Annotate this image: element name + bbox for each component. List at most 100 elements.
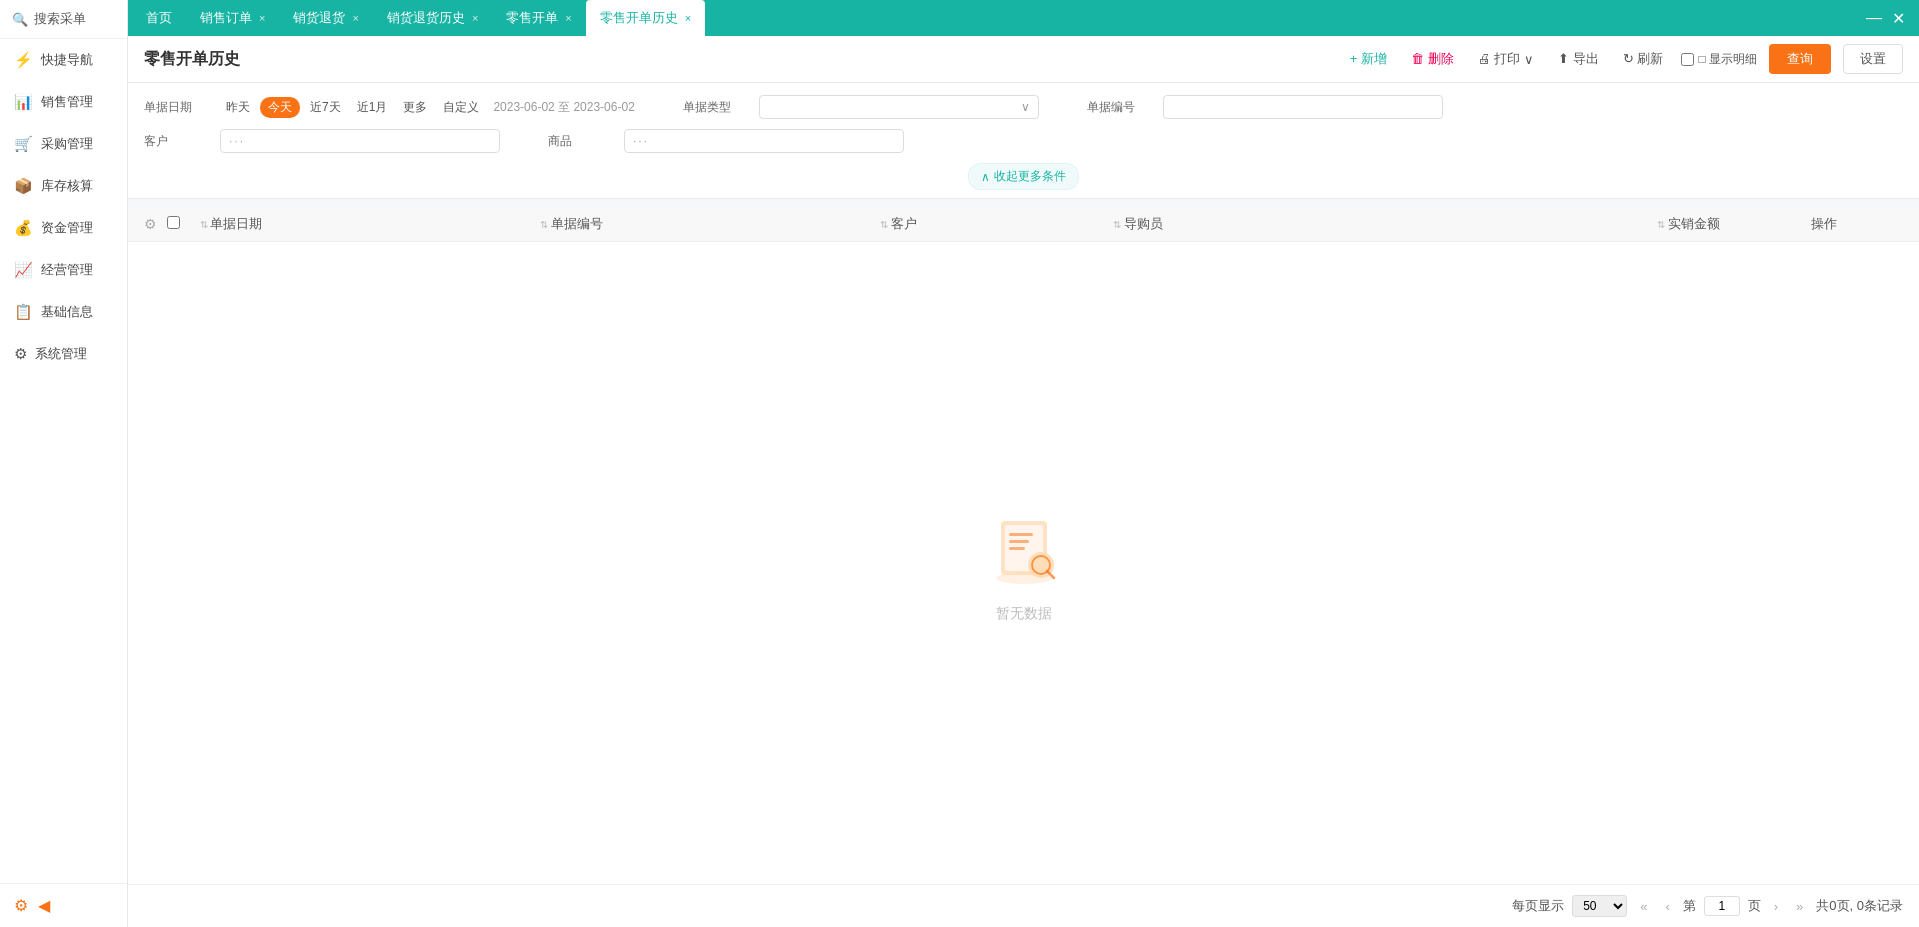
empty-illustration [979,503,1069,593]
sidebar-item-sys-mgmt[interactable]: ⚙ 系统管理 [0,333,127,375]
query-button[interactable]: 查询 [1769,44,1831,74]
show-detail-input[interactable] [1681,53,1694,66]
current-page-input[interactable] [1704,896,1740,916]
sidebar-label-inventory: 库存核算 [41,177,93,195]
product-input[interactable]: ··· [624,129,904,153]
prev-page-btn[interactable]: ‹ [1660,897,1674,916]
table-header-no: ⇅ 单据编号 [530,207,870,242]
toolbar: 零售开单历史 + 新增 🗑 删除 🖨 打印 ∨ ⬆ 导出 ↻ 刷新 □ 显示明细… [128,36,1919,83]
tab-close-sales-order[interactable]: × [259,12,265,24]
per-page-select[interactable]: 50 10 20 100 [1572,895,1627,917]
tab-close-sales-return[interactable]: × [352,12,358,24]
sidebar-label-finance: 资金管理 [41,219,93,237]
last-page-btn[interactable]: » [1791,897,1808,916]
sort-icon-amount: ⇅ [1657,219,1668,230]
tab-bar: 首页销售订单×销货退货×销货退货历史×零售开单×零售开单历史× — ✕ [128,0,1919,36]
first-page-btn[interactable]: « [1635,897,1652,916]
doc-type-select[interactable]: ∨ [759,95,1039,119]
date-btn-more[interactable]: 更多 [397,97,433,118]
window-min-btn[interactable]: — [1866,9,1882,27]
tab-label-sales-return-history: 销货退货历史 [387,9,465,27]
sidebar-label-sales-mgmt: 销售管理 [41,93,93,111]
sidebar-gear-icon[interactable]: ⚙ [14,896,28,915]
sidebar-item-basic-info[interactable]: 📋 基础信息 [0,291,127,333]
sidebar-icon-basic-info: 📋 [14,303,33,321]
sidebar-collapse-icon[interactable]: ◀ [38,896,50,915]
sidebar-label-quick-nav: 快捷导航 [41,51,93,69]
empty-text: 暂无数据 [996,605,1052,623]
export-button[interactable]: ⬆ 导出 [1552,46,1605,72]
collapse-button[interactable]: ∧ 收起更多条件 [968,163,1079,190]
tab-sales-return-history[interactable]: 销货退货历史 × [373,0,492,36]
sidebar-item-sales-mgmt[interactable]: 📊销售管理 [0,81,127,123]
tab-label-home: 首页 [146,9,172,27]
svg-rect-5 [1009,547,1025,550]
table-header-row: ⚙ ⇅ 单据日期 ⇅ 单据编号 [128,207,1919,242]
sidebar-label-operations: 经营管理 [41,261,93,279]
content-area: 零售开单历史 + 新增 🗑 删除 🖨 打印 ∨ ⬆ 导出 ↻ 刷新 □ 显示明细… [128,36,1919,927]
date-btn-yesterday[interactable]: 昨天 [220,97,256,118]
sidebar-item-operations[interactable]: 📈 经营管理 [0,249,127,291]
sidebar-icon-quick-nav: ⚡ [14,51,33,69]
sidebar-item-purchase-mgmt[interactable]: 🛒采购管理 [0,123,127,165]
doc-no-input[interactable] [1163,95,1443,119]
select-all-checkbox[interactable] [167,216,180,229]
table-header-guide: ⇅ 导购员 [1103,207,1390,242]
sidebar: 🔍 搜索采单 ⚡ 快捷导航 📊销售管理🛒采购管理📦库存核算 💰 资金管理 📈 经营管理 📋 基础… [0,0,128,927]
sort-icon-guide: ⇅ [1113,219,1124,230]
refresh-button[interactable]: ↻ 刷新 [1617,46,1670,72]
toolbar-actions: + 新增 🗑 删除 🖨 打印 ∨ ⬆ 导出 ↻ 刷新 □ 显示明细 查询 设置 [1344,44,1903,74]
tab-label-retail-open-history: 零售开单历史 [600,9,678,27]
pagination: 每页显示 50 10 20 100 « ‹ 第 页 › » 共0页, 0条记录 [128,884,1919,927]
date-btn-last-month[interactable]: 近1月 [351,97,394,118]
tab-sales-order[interactable]: 销售订单× [186,0,279,36]
sidebar-icon-sys-mgmt: ⚙ [14,345,27,363]
print-arrow: ∨ [1524,52,1534,67]
main-area: 首页销售订单×销货退货×销货退货历史×零售开单×零售开单历史× — ✕ 零售开单… [128,0,1919,927]
sidebar-icon-finance: 💰 [14,219,33,237]
tab-close-sales-return-history[interactable]: × [472,12,478,24]
collapse-label: 收起更多条件 [994,168,1066,185]
next-page-btn[interactable]: › [1769,897,1783,916]
page-summary: 共0页, 0条记录 [1816,897,1903,915]
tab-retail-open[interactable]: 零售开单× [492,0,585,36]
doc-type-label: 单据类型 [683,99,743,116]
show-detail-label: □ 显示明细 [1698,51,1757,68]
page-label-end: 页 [1748,897,1761,915]
add-button[interactable]: + 新增 [1344,46,1393,72]
print-button[interactable]: 🖨 打印 ∨ [1472,46,1541,72]
window-close-btn[interactable]: ✕ [1892,9,1905,28]
tab-close-retail-open[interactable]: × [565,12,571,24]
sidebar-search[interactable]: 🔍 搜索采单 [0,0,127,39]
sidebar-item-quick-nav[interactable]: ⚡ 快捷导航 [0,39,127,81]
svg-rect-3 [1009,533,1033,536]
setting-button[interactable]: 设置 [1843,44,1903,74]
tab-close-retail-open-history[interactable]: × [685,12,691,24]
date-btn-custom[interactable]: 自定义 [437,97,485,118]
empty-state: 暂无数据 [128,242,1919,884]
customer-input[interactable]: ··· [220,129,500,153]
sidebar-label-sys-mgmt: 系统管理 [35,345,87,363]
product-dots: ··· [633,134,649,148]
table-header-date: ⇅ 单据日期 [190,207,530,242]
tab-label-sales-return: 销货退货 [293,9,345,27]
sidebar-label-basic-info: 基础信息 [41,303,93,321]
show-detail-checkbox[interactable]: □ 显示明细 [1681,51,1757,68]
filter-row-1: 单据日期 昨天 今天 近7天 近1月 更多 自定义 2023-06-02 至 2… [144,95,1903,119]
date-btn-last7[interactable]: 近7天 [304,97,347,118]
delete-button[interactable]: 🗑 删除 [1405,46,1460,72]
tab-home[interactable]: 首页 [132,0,186,36]
sort-icon-date: ⇅ [200,219,211,230]
sidebar-item-finance[interactable]: 💰 资金管理 [0,207,127,249]
customer-label: 客户 [144,133,204,150]
table-header-customer: ⇅ 客户 [870,207,1103,242]
sidebar-icon-operations: 📈 [14,261,33,279]
tab-retail-open-history[interactable]: 零售开单历史 × [586,0,705,36]
table-settings-icon[interactable]: ⚙ [138,214,163,234]
sidebar-search-label: 搜索采单 [34,10,86,28]
sidebar-item-inventory[interactable]: 📦库存核算 [0,165,127,207]
tab-sales-return[interactable]: 销货退货 × [279,0,372,36]
date-btn-today[interactable]: 今天 [260,97,300,118]
date-range-text: 2023-06-02 至 2023-06-02 [493,99,634,116]
page-label: 第 [1683,897,1696,915]
